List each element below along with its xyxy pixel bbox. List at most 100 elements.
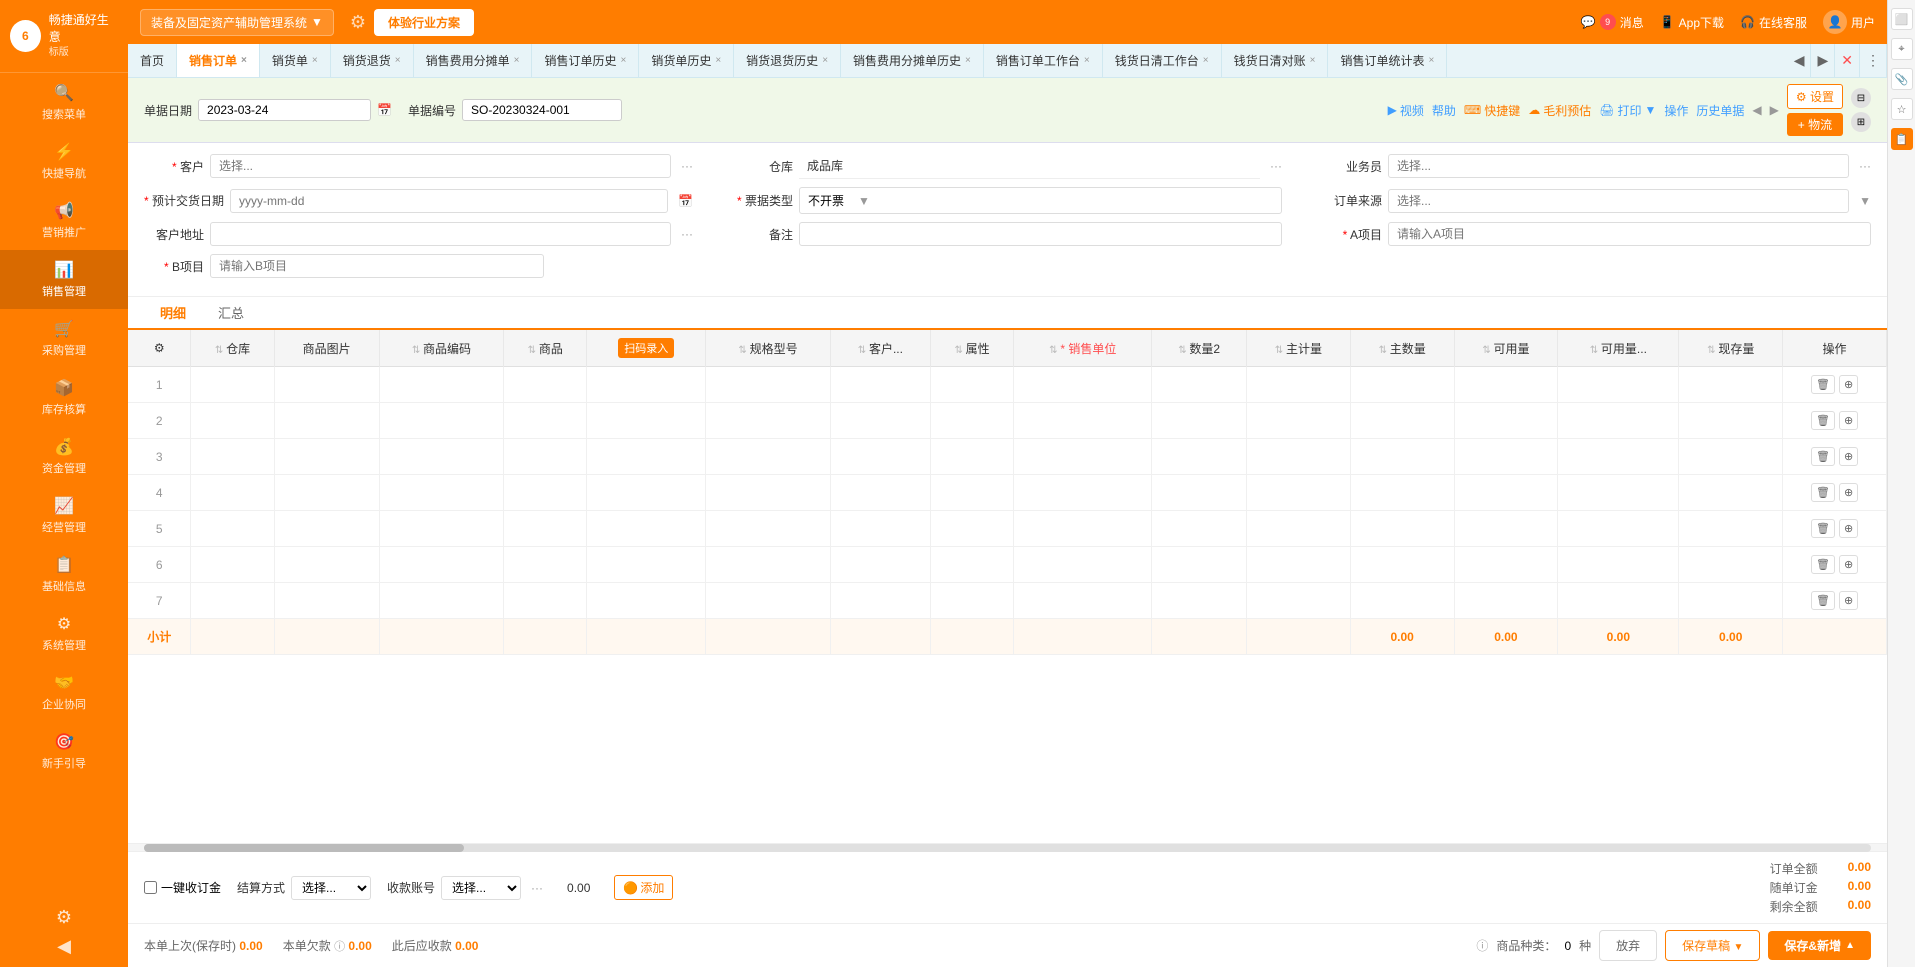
row-copy-btn[interactable]: ⊕	[1839, 591, 1858, 610]
warehouse-dots[interactable]: ···	[1270, 159, 1282, 173]
order-source-input[interactable]	[1388, 189, 1849, 213]
row-copy-btn[interactable]: ⊕	[1839, 519, 1858, 538]
tab-5[interactable]: 销售订单历史×	[532, 44, 639, 78]
sidebar-item-7[interactable]: 📈经营管理	[0, 486, 128, 545]
sidebar-item-8[interactable]: 📋基础信息	[0, 545, 128, 604]
panel-toggle-2[interactable]: ⊞	[1851, 112, 1871, 132]
right-panel-icon-2[interactable]: ⌖	[1891, 38, 1913, 60]
salesperson-dots[interactable]: ···	[1859, 159, 1871, 173]
row-delete-btn[interactable]: 🗑	[1811, 411, 1835, 430]
tab-nav-right[interactable]: ▶	[1811, 44, 1835, 78]
collapse-icon[interactable]: ◀	[57, 936, 71, 957]
a-project-input[interactable]	[1388, 222, 1871, 246]
customer-dots[interactable]: ···	[681, 159, 693, 173]
view-link[interactable]: ▶ 视频	[1388, 102, 1424, 119]
online-service-btn[interactable]: 🎧 在线客服	[1740, 14, 1807, 31]
right-panel-icon-4[interactable]: ☆	[1891, 98, 1913, 120]
calendar-icon[interactable]: 📅	[377, 103, 392, 117]
account-dots[interactable]: ···	[531, 881, 543, 895]
system-title[interactable]: 装备及固定资产辅助管理系统 ▼	[140, 9, 334, 36]
row-delete-btn[interactable]: 🗑	[1811, 447, 1835, 466]
settings-icon[interactable]: ⚙	[350, 12, 366, 33]
sidebar-item-10[interactable]: 🤝企业协同	[0, 663, 128, 722]
row-delete-btn[interactable]: 🗑	[1811, 591, 1835, 610]
sidebar-item-9[interactable]: ⚙系统管理	[0, 604, 128, 663]
row-copy-btn[interactable]: ⊕	[1839, 375, 1858, 394]
sidebar-item-3[interactable]: 📊销售管理	[0, 250, 128, 309]
tab-10[interactable]: 钱货日清工作台×	[1103, 44, 1222, 78]
row-copy-btn[interactable]: ⊕	[1839, 555, 1858, 574]
row-delete-btn[interactable]: 🗑	[1811, 555, 1835, 574]
address-input[interactable]	[210, 222, 671, 246]
tab-4[interactable]: 销售费用分摊单×	[414, 44, 533, 78]
detail-tab-0[interactable]: 明细	[144, 297, 202, 330]
cell-spec	[706, 367, 830, 403]
settings-bottom-icon[interactable]: ⚙	[56, 907, 72, 928]
tab-9[interactable]: 销售订单工作台×	[984, 44, 1103, 78]
app-download-btn[interactable]: 📱 App下载	[1660, 14, 1724, 31]
account-select[interactable]: 选择...	[441, 876, 521, 900]
sidebar-item-6[interactable]: 💰资金管理	[0, 427, 128, 486]
right-panel-icon-5[interactable]: 📋	[1891, 128, 1913, 150]
setting-btn[interactable]: ⚙ 设置	[1787, 84, 1843, 109]
order-source-dropdown[interactable]: ▼	[1859, 194, 1871, 208]
scan-btn[interactable]: 扫码录入	[618, 338, 674, 358]
customer-input[interactable]	[210, 154, 671, 178]
date-input[interactable]	[198, 99, 371, 121]
tab-7[interactable]: 销货退货历史×	[734, 44, 841, 78]
tab-8[interactable]: 销售费用分摊单历史×	[841, 44, 984, 78]
help-link[interactable]: 帮助	[1432, 102, 1456, 119]
salesperson-input[interactable]	[1388, 154, 1849, 178]
discard-btn[interactable]: 放弃	[1599, 930, 1657, 961]
tab-11[interactable]: 钱货日清对账×	[1222, 44, 1329, 78]
b-project-input[interactable]	[210, 254, 544, 278]
tab-6[interactable]: 销货单历史×	[639, 44, 734, 78]
shortcut-link[interactable]: ⌨ 快捷键	[1464, 102, 1520, 119]
add-payment-btn[interactable]: 🟠 添加	[614, 875, 673, 900]
profit-link[interactable]: ☁ 毛利预估	[1528, 102, 1591, 119]
sidebar-item-11[interactable]: 🎯新手引导	[0, 722, 128, 781]
ops-link[interactable]: 操作	[1664, 102, 1688, 119]
add-goods-btn[interactable]: + 物流	[1787, 113, 1843, 136]
sidebar-item-5[interactable]: 📦库存核算	[0, 368, 128, 427]
sidebar-item-2[interactable]: 📢营销推广	[0, 191, 128, 250]
tab-menu[interactable]: ⋮	[1860, 44, 1887, 78]
number-input[interactable]	[462, 99, 622, 121]
history-link[interactable]: 历史单据	[1696, 102, 1744, 119]
industry-btn[interactable]: 体验行业方案	[374, 9, 474, 36]
delivery-input[interactable]	[230, 189, 668, 213]
tab-12[interactable]: 销售订单统计表×	[1328, 44, 1447, 78]
tab-3[interactable]: 销货退货×	[331, 44, 414, 78]
one-key-label[interactable]: 一键收订金	[144, 879, 221, 896]
panel-toggle-1[interactable]: ⊟	[1851, 88, 1871, 108]
table-wrapper[interactable]: ⚙⇅ 仓库商品图片⇅ 商品编码⇅ 商品扫码录入⇅ 规格型号⇅ 客户...⇅ 属性…	[128, 330, 1887, 843]
delivery-calendar[interactable]: 📅	[678, 194, 693, 208]
row-copy-btn[interactable]: ⊕	[1839, 447, 1858, 466]
messages-btn[interactable]: 💬 9 消息	[1581, 14, 1644, 31]
tab-close-all[interactable]: ✕	[1835, 44, 1860, 78]
tab-2[interactable]: 销货单×	[260, 44, 331, 78]
row-delete-btn[interactable]: 🗑	[1811, 483, 1835, 502]
print-link[interactable]: 🖨 打印 ▼	[1599, 102, 1656, 119]
row-delete-btn[interactable]: 🗑	[1811, 375, 1835, 394]
right-panel-icon-1[interactable]: ⬜	[1891, 8, 1913, 30]
tab-0[interactable]: 首页	[128, 44, 177, 78]
scrollbar-thumb[interactable]	[144, 844, 464, 852]
tab-nav-left[interactable]: ◀	[1788, 44, 1812, 78]
row-copy-btn[interactable]: ⊕	[1839, 411, 1858, 430]
row-copy-btn[interactable]: ⊕	[1839, 483, 1858, 502]
note-input[interactable]	[799, 222, 1282, 246]
address-dots[interactable]: ···	[681, 227, 693, 241]
detail-tab-1[interactable]: 汇总	[202, 297, 260, 328]
sidebar-item-0[interactable]: 🔍搜索菜单	[0, 73, 128, 132]
sidebar-item-1[interactable]: ⚡快捷导航	[0, 132, 128, 191]
sidebar-item-4[interactable]: 🛒采购管理	[0, 309, 128, 368]
right-panel-icon-3[interactable]: 📎	[1891, 68, 1913, 90]
tab-1[interactable]: 销售订单×	[177, 44, 260, 78]
save-new-btn[interactable]: 保存&新增 ▲	[1768, 931, 1871, 960]
one-key-checkbox[interactable]	[144, 881, 157, 894]
save-draft-btn[interactable]: 保存草稿 ▼	[1665, 930, 1760, 961]
payment-method-select[interactable]: 选择...	[291, 876, 371, 900]
row-delete-btn[interactable]: 🗑	[1811, 519, 1835, 538]
user-btn[interactable]: 👤 用户	[1823, 10, 1875, 34]
